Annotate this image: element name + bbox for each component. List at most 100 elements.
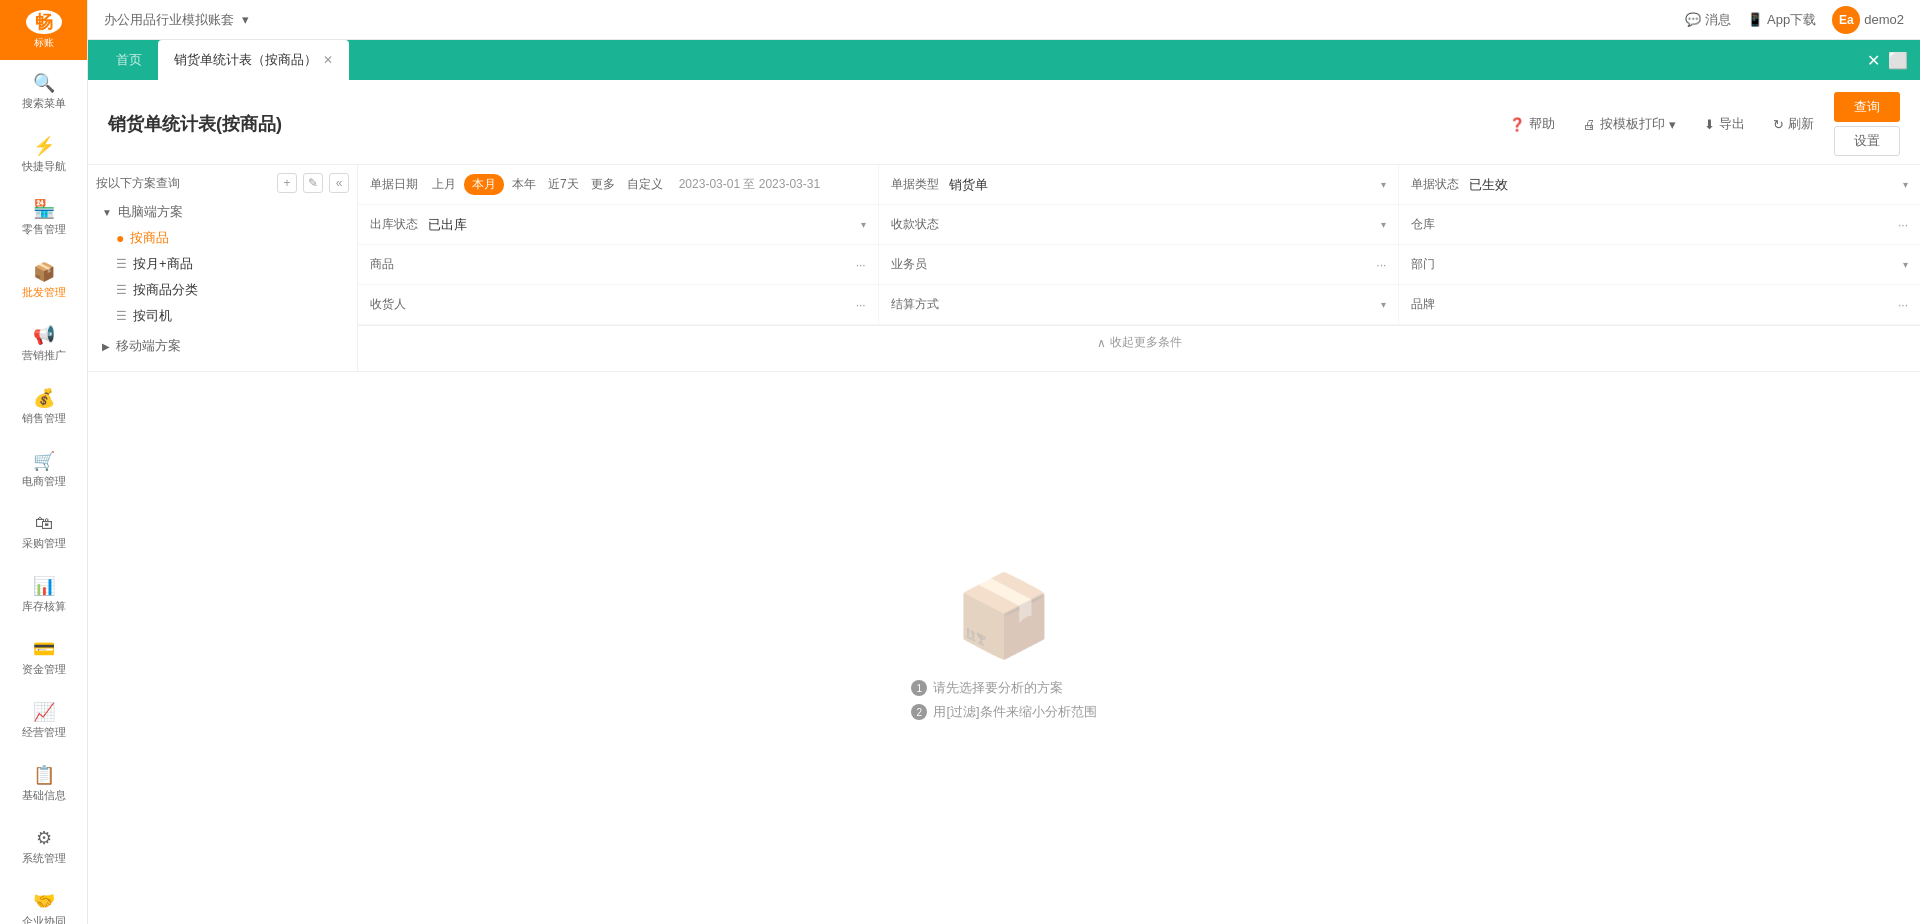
payment-method-select[interactable]: ▾ — [949, 299, 1387, 310]
page-actions: ❓ 帮助 🖨 按模板打印 ▾ ⬇ 导出 ↻ 刷新 — [1501, 92, 1900, 156]
page-header: 销货单统计表(按商品) ❓ 帮助 🖨 按模板打印 ▾ ⬇ 导出 — [88, 80, 1920, 165]
sidebar-finance-label: 资金管理 — [22, 662, 66, 677]
collapse-bar[interactable]: ∧ 收起更多条件 — [358, 325, 1920, 359]
sidebar-item-finance[interactable]: 💳 资金管理 — [0, 626, 87, 689]
window-close-icon[interactable]: ✕ — [1867, 51, 1880, 70]
date-btn-7days[interactable]: 近7天 — [544, 174, 583, 195]
tab-sales-stat[interactable]: 销货单统计表（按商品） ✕ — [158, 40, 349, 80]
scheme-group-mobile-header[interactable]: ▶ 移动端方案 — [96, 333, 349, 359]
sidebar-item-marketing[interactable]: 📢 营销推广 — [0, 312, 87, 375]
brand-label: 品牌 — [1411, 296, 1461, 313]
sidebar-purchase-label: 采购管理 — [22, 536, 66, 551]
date-btn-this-year[interactable]: 本年 — [508, 174, 540, 195]
inventory-icon: 📊 — [33, 575, 55, 597]
refresh-btn[interactable]: ↻ 刷新 — [1765, 111, 1822, 137]
filter-row-3: 商品 ··· 业务员 ··· 部门 — [358, 245, 1920, 285]
payment-status-select[interactable]: ▾ — [949, 219, 1387, 230]
scheme-add-btn[interactable]: + — [277, 173, 297, 193]
settings-button[interactable]: 设置 — [1834, 126, 1900, 156]
avatar: Ea — [1832, 6, 1860, 34]
scheme-panel: 按以下方案查询 + ✎ « ▼ 电脑端方案 — [88, 165, 358, 371]
outbound-status-select[interactable]: 已出库 ▾ — [428, 216, 866, 234]
filter-cell-doc-type: 单据类型 销货单 ▾ — [879, 165, 1400, 205]
topbar: 办公用品行业模拟账套 ▾ 💬 消息 📱 App下载 Ea demo2 — [88, 0, 1920, 40]
sidebar-item-search[interactable]: 🔍 搜索菜单 — [0, 60, 87, 123]
doc-status-select[interactable]: 已生效 ▾ — [1469, 176, 1908, 194]
content-area: 销货单统计表(按商品) ❓ 帮助 🖨 按模板打印 ▾ ⬇ 导出 — [88, 80, 1920, 924]
month-product-icon: ☰ — [116, 257, 127, 271]
receiver-input[interactable] — [428, 297, 848, 312]
marketing-icon: 📢 — [33, 324, 55, 346]
sidebar-item-retail[interactable]: 🏪 零售管理 — [0, 186, 87, 249]
salesperson-label: 业务员 — [891, 256, 941, 273]
outbound-status-arrow: ▾ — [861, 219, 866, 230]
receiver-more-btn[interactable]: ··· — [856, 298, 866, 312]
doc-type-arrow: ▾ — [1381, 179, 1386, 190]
message-icon: 💬 — [1685, 12, 1701, 27]
sidebar-item-basic[interactable]: 📋 基础信息 — [0, 752, 87, 815]
department-select[interactable]: ▾ — [1469, 259, 1908, 270]
page-title: 销货单统计表(按商品) — [108, 112, 282, 136]
scheme-icons: + ✎ « — [277, 173, 349, 193]
warehouse-more-btn[interactable]: ··· — [1898, 218, 1908, 232]
empty-tip-1: 1 请先选择要分析的方案 — [911, 679, 1096, 697]
doc-type-select[interactable]: 销货单 ▾ — [949, 176, 1387, 194]
category-icon: ☰ — [116, 283, 127, 297]
logo-text: 标账 — [34, 36, 54, 50]
receiver-label: 收货人 — [370, 296, 420, 313]
tab-close-icon[interactable]: ✕ — [323, 53, 333, 67]
quick-icon: ⚡ — [33, 135, 55, 157]
sidebar-item-wholesale[interactable]: 📦 批发管理 — [0, 249, 87, 312]
scheme-edit-btn[interactable]: ✎ — [303, 173, 323, 193]
date-label: 单据日期 — [370, 176, 420, 193]
scheme-item-by-driver[interactable]: ☰ 按司机 — [96, 303, 349, 329]
doc-type-label: 单据类型 — [891, 176, 941, 193]
filter-cell-department: 部门 ▾ — [1399, 245, 1920, 285]
dropdown-arrow[interactable]: ▾ — [242, 12, 249, 27]
salesperson-more-btn[interactable]: ··· — [1376, 258, 1386, 272]
app-label: App下载 — [1767, 11, 1816, 29]
sidebar-quick-label: 快捷导航 — [22, 159, 66, 174]
message-btn[interactable]: 💬 消息 — [1685, 11, 1731, 29]
export-btn[interactable]: ⬇ 导出 — [1696, 111, 1753, 137]
doc-status-arrow: ▾ — [1903, 179, 1908, 190]
tab-home[interactable]: 首页 — [100, 40, 158, 80]
empty-state: 📦 1 请先选择要分析的方案 2 用[过滤]条件来缩小分析范围 — [88, 372, 1920, 924]
query-button[interactable]: 查询 — [1834, 92, 1900, 122]
brand-more-btn[interactable]: ··· — [1898, 298, 1908, 312]
sidebar-item-system[interactable]: ⚙ 系统管理 — [0, 815, 87, 878]
sidebar-item-enterprise[interactable]: 🤝 企业协同 — [0, 878, 87, 924]
sidebar-item-purchase[interactable]: 🛍 采购管理 — [0, 501, 87, 563]
sidebar-inventory-label: 库存核算 — [22, 599, 66, 614]
scheme-item-by-month-product[interactable]: ☰ 按月+商品 — [96, 251, 349, 277]
product-input[interactable] — [428, 257, 848, 272]
scheme-collapse-btn[interactable]: « — [329, 173, 349, 193]
sidebar-item-quick[interactable]: ⚡ 快捷导航 — [0, 123, 87, 186]
salesperson-input[interactable] — [949, 257, 1369, 272]
industry-label: 办公用品行业模拟账套 — [104, 11, 234, 29]
sidebar-item-inventory[interactable]: 📊 库存核算 — [0, 563, 87, 626]
sidebar-search-label: 搜索菜单 — [22, 96, 66, 111]
date-btn-this-month[interactable]: 本月 — [464, 174, 504, 195]
user-area[interactable]: Ea demo2 — [1832, 6, 1904, 34]
scheme-group-desktop-header[interactable]: ▼ 电脑端方案 — [96, 199, 349, 225]
window-maximize-icon[interactable]: ⬜ — [1888, 51, 1908, 70]
help-btn[interactable]: ❓ 帮助 — [1501, 111, 1563, 137]
sidebar-ecommerce-label: 电商管理 — [22, 474, 66, 489]
filter-cell-product: 商品 ··· — [358, 245, 879, 285]
app-download-btn[interactable]: 📱 App下载 — [1747, 11, 1816, 29]
scheme-item-by-product[interactable]: ● 按商品 — [96, 225, 349, 251]
product-more-btn[interactable]: ··· — [856, 258, 866, 272]
date-btn-more[interactable]: 更多 — [587, 174, 619, 195]
mobile-group-label: 移动端方案 — [116, 337, 181, 355]
print-btn[interactable]: 🖨 按模板打印 ▾ — [1575, 111, 1684, 137]
sidebar-item-ecommerce[interactable]: 🛒 电商管理 — [0, 438, 87, 501]
purchase-icon: 🛍 — [35, 513, 53, 534]
sidebar-item-operation[interactable]: 📈 经营管理 — [0, 689, 87, 752]
date-btn-custom[interactable]: 自定义 — [623, 174, 667, 195]
brand-input[interactable] — [1469, 297, 1890, 312]
date-btn-last-month[interactable]: 上月 — [428, 174, 460, 195]
scheme-item-by-category[interactable]: ☰ 按商品分类 — [96, 277, 349, 303]
sidebar-item-sales[interactable]: 💰 销售管理 — [0, 375, 87, 438]
scheme-header: 按以下方案查询 + ✎ « — [96, 173, 349, 193]
